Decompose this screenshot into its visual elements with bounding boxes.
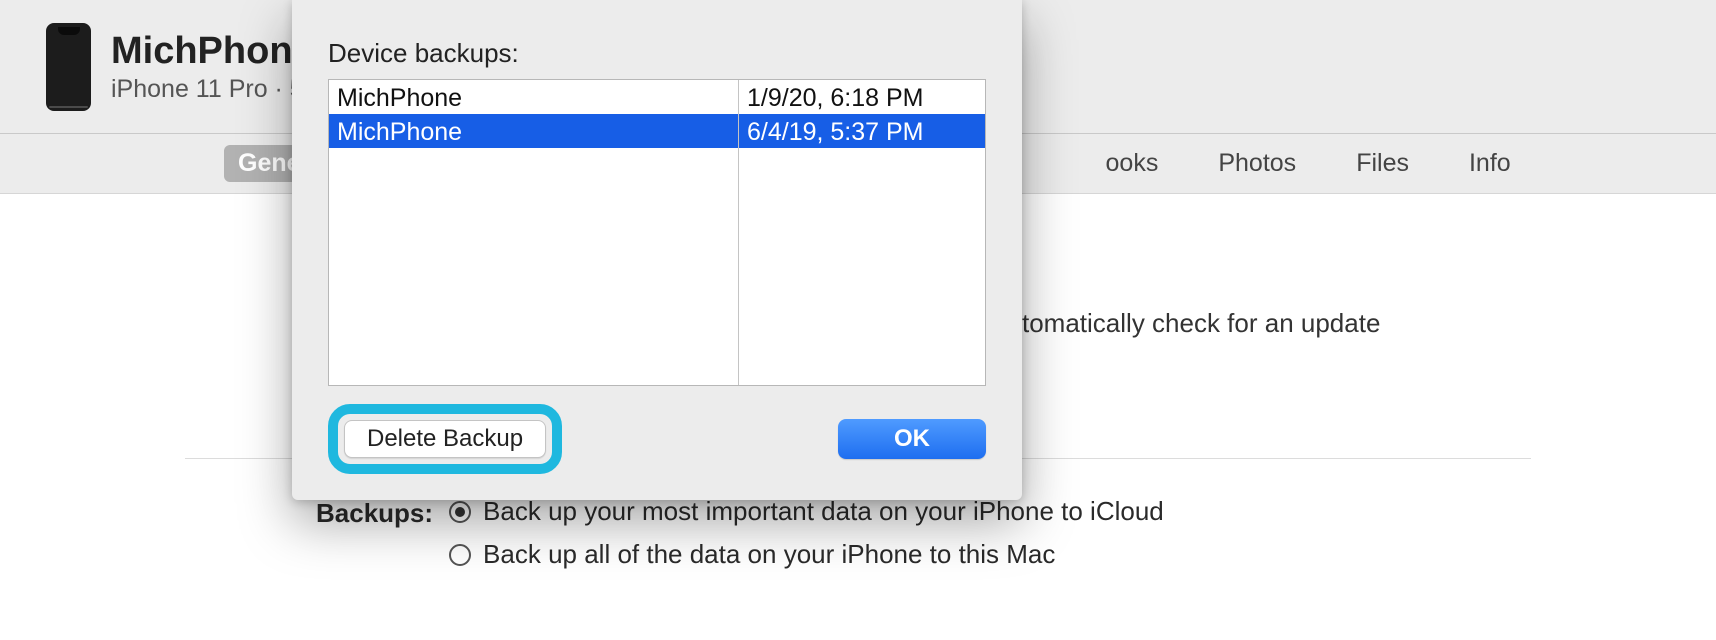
tab-photos[interactable]: Photos bbox=[1204, 145, 1310, 182]
device-subtitle: iPhone 11 Pro · 5 bbox=[111, 75, 314, 104]
manage-backups-sheet: Device backups: MichPhone MichPhone 1/9/… bbox=[292, 0, 1022, 500]
radio-icon bbox=[449, 544, 471, 566]
table-row[interactable]: 1/9/20, 6:18 PM bbox=[739, 80, 985, 114]
backup-radio-group: Back up your most important data on your… bbox=[449, 496, 1164, 570]
backup-option-mac-label: Back up all of the data on your iPhone t… bbox=[483, 539, 1055, 570]
backup-option-icloud-label: Back up your most important data on your… bbox=[483, 496, 1164, 527]
table-row[interactable]: 6/4/19, 5:37 PM bbox=[739, 114, 985, 148]
device-name: MichPhone bbox=[111, 30, 314, 73]
tab-files[interactable]: Files bbox=[1342, 145, 1423, 182]
table-row[interactable]: MichPhone bbox=[329, 114, 738, 148]
ok-button[interactable]: OK bbox=[838, 419, 986, 459]
update-check-text: tomatically check for an update bbox=[1022, 308, 1380, 339]
device-title-block: MichPhone iPhone 11 Pro · 5 bbox=[111, 30, 314, 104]
delete-backup-highlight: Delete Backup bbox=[328, 404, 562, 474]
backups-label: Backups: bbox=[316, 498, 433, 529]
sheet-title: Device backups: bbox=[328, 38, 986, 69]
sheet-footer: Delete Backup OK bbox=[328, 404, 986, 474]
backups-table[interactable]: MichPhone MichPhone 1/9/20, 6:18 PM 6/4/… bbox=[328, 79, 986, 386]
backups-column-name: MichPhone MichPhone bbox=[329, 80, 739, 385]
delete-backup-button[interactable]: Delete Backup bbox=[344, 420, 546, 458]
phone-icon bbox=[46, 23, 91, 111]
backup-option-mac[interactable]: Back up all of the data on your iPhone t… bbox=[449, 539, 1164, 570]
backups-section: Backups: Back up your most important dat… bbox=[316, 496, 1164, 570]
backup-option-icloud[interactable]: Back up your most important data on your… bbox=[449, 496, 1164, 527]
tab-books[interactable]: ooks bbox=[1092, 145, 1173, 182]
radio-icon bbox=[449, 501, 471, 523]
tab-info[interactable]: Info bbox=[1455, 145, 1525, 182]
table-row[interactable]: MichPhone bbox=[329, 80, 738, 114]
backups-column-date: 1/9/20, 6:18 PM 6/4/19, 5:37 PM bbox=[739, 80, 985, 385]
